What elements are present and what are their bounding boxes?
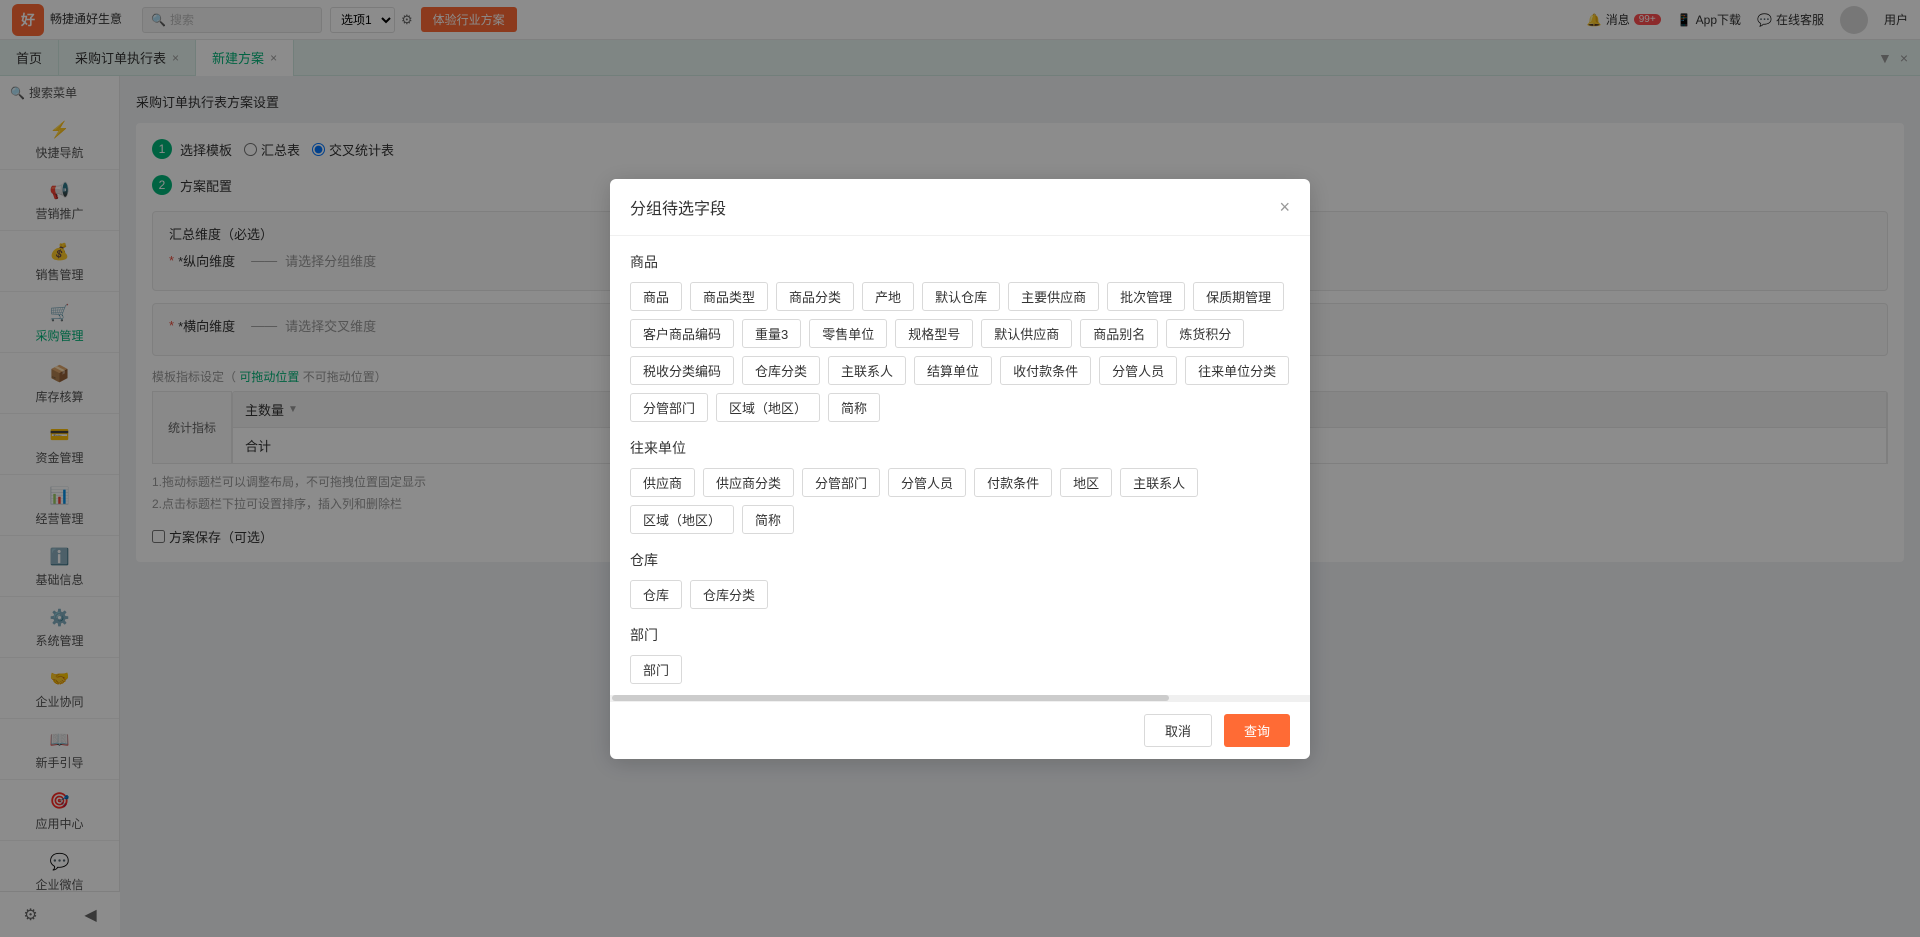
field-tag[interactable]: 商品 [630,282,682,311]
section-dept-tags: 部门 [630,655,1290,684]
modal-close-btn[interactable]: × [1279,198,1290,216]
field-tag[interactable]: 主联系人 [1120,468,1198,497]
field-tag[interactable]: 分管部门 [630,393,708,422]
section-warehouse-tags: 仓库 仓库分类 [630,580,1290,609]
field-tag[interactable]: 零售单位 [809,319,887,348]
modal: 分组待选字段 × 商品 商品 商品类型 商品分类 产地 默认仓库 主要供应商 批… [610,179,1310,759]
field-tag[interactable]: 炼货积分 [1166,319,1244,348]
field-tag[interactable]: 收付款条件 [1000,356,1091,385]
modal-body: 商品 商品 商品类型 商品分类 产地 默认仓库 主要供应商 批次管理 保质期管理… [610,236,1310,695]
section-product: 商品 商品 商品类型 商品分类 产地 默认仓库 主要供应商 批次管理 保质期管理… [630,252,1290,422]
section-dept: 部门 部门 [630,625,1290,684]
field-tag[interactable]: 部门 [630,655,682,684]
field-tag[interactable]: 区域（地区） [716,393,820,422]
field-tag[interactable]: 分管人员 [1099,356,1177,385]
field-tag[interactable]: 主要供应商 [1008,282,1099,311]
field-tag[interactable]: 简称 [742,505,794,534]
field-tag[interactable]: 保质期管理 [1193,282,1284,311]
section-product-title: 商品 [630,252,1290,272]
field-tag[interactable]: 简称 [828,393,880,422]
field-tag[interactable]: 仓库 [630,580,682,609]
modal-header: 分组待选字段 × [610,179,1310,236]
field-tag[interactable]: 仓库分类 [690,580,768,609]
confirm-button[interactable]: 查询 [1224,714,1290,747]
section-warehouse-title: 仓库 [630,550,1290,570]
field-tag[interactable]: 规格型号 [895,319,973,348]
field-tag[interactable]: 付款条件 [974,468,1052,497]
field-tag[interactable]: 商品类型 [690,282,768,311]
section-partner-title: 往来单位 [630,438,1290,458]
field-tag[interactable]: 默认仓库 [922,282,1000,311]
field-tag[interactable]: 地区 [1060,468,1112,497]
section-partner-tags: 供应商 供应商分类 分管部门 分管人员 付款条件 地区 主联系人 区域（地区） … [630,468,1290,534]
field-tag[interactable]: 供应商 [630,468,695,497]
section-partner: 往来单位 供应商 供应商分类 分管部门 分管人员 付款条件 地区 主联系人 区域… [630,438,1290,534]
field-tag[interactable]: 产地 [862,282,914,311]
modal-title: 分组待选字段 [630,195,726,219]
field-tag[interactable]: 区域（地区） [630,505,734,534]
field-tag[interactable]: 商品分类 [776,282,854,311]
cancel-button[interactable]: 取消 [1144,714,1212,747]
field-tag[interactable]: 重量3 [742,319,801,348]
section-product-tags: 商品 商品类型 商品分类 产地 默认仓库 主要供应商 批次管理 保质期管理 客户… [630,282,1290,422]
section-warehouse: 仓库 仓库 仓库分类 [630,550,1290,609]
field-tag[interactable]: 主联系人 [828,356,906,385]
field-tag[interactable]: 客户商品编码 [630,319,734,348]
field-tag[interactable]: 仓库分类 [742,356,820,385]
field-tag[interactable]: 供应商分类 [703,468,794,497]
modal-overlay: 分组待选字段 × 商品 商品 商品类型 商品分类 产地 默认仓库 主要供应商 批… [0,0,1920,937]
section-dept-title: 部门 [630,625,1290,645]
field-tag[interactable]: 结算单位 [914,356,992,385]
modal-footer: 取消 查询 [610,701,1310,759]
field-tag[interactable]: 往来单位分类 [1185,356,1289,385]
field-tag[interactable]: 分管部门 [802,468,880,497]
field-tag[interactable]: 税收分类编码 [630,356,734,385]
field-tag[interactable]: 默认供应商 [981,319,1072,348]
field-tag[interactable]: 批次管理 [1107,282,1185,311]
field-tag[interactable]: 商品别名 [1080,319,1158,348]
field-tag[interactable]: 分管人员 [888,468,966,497]
